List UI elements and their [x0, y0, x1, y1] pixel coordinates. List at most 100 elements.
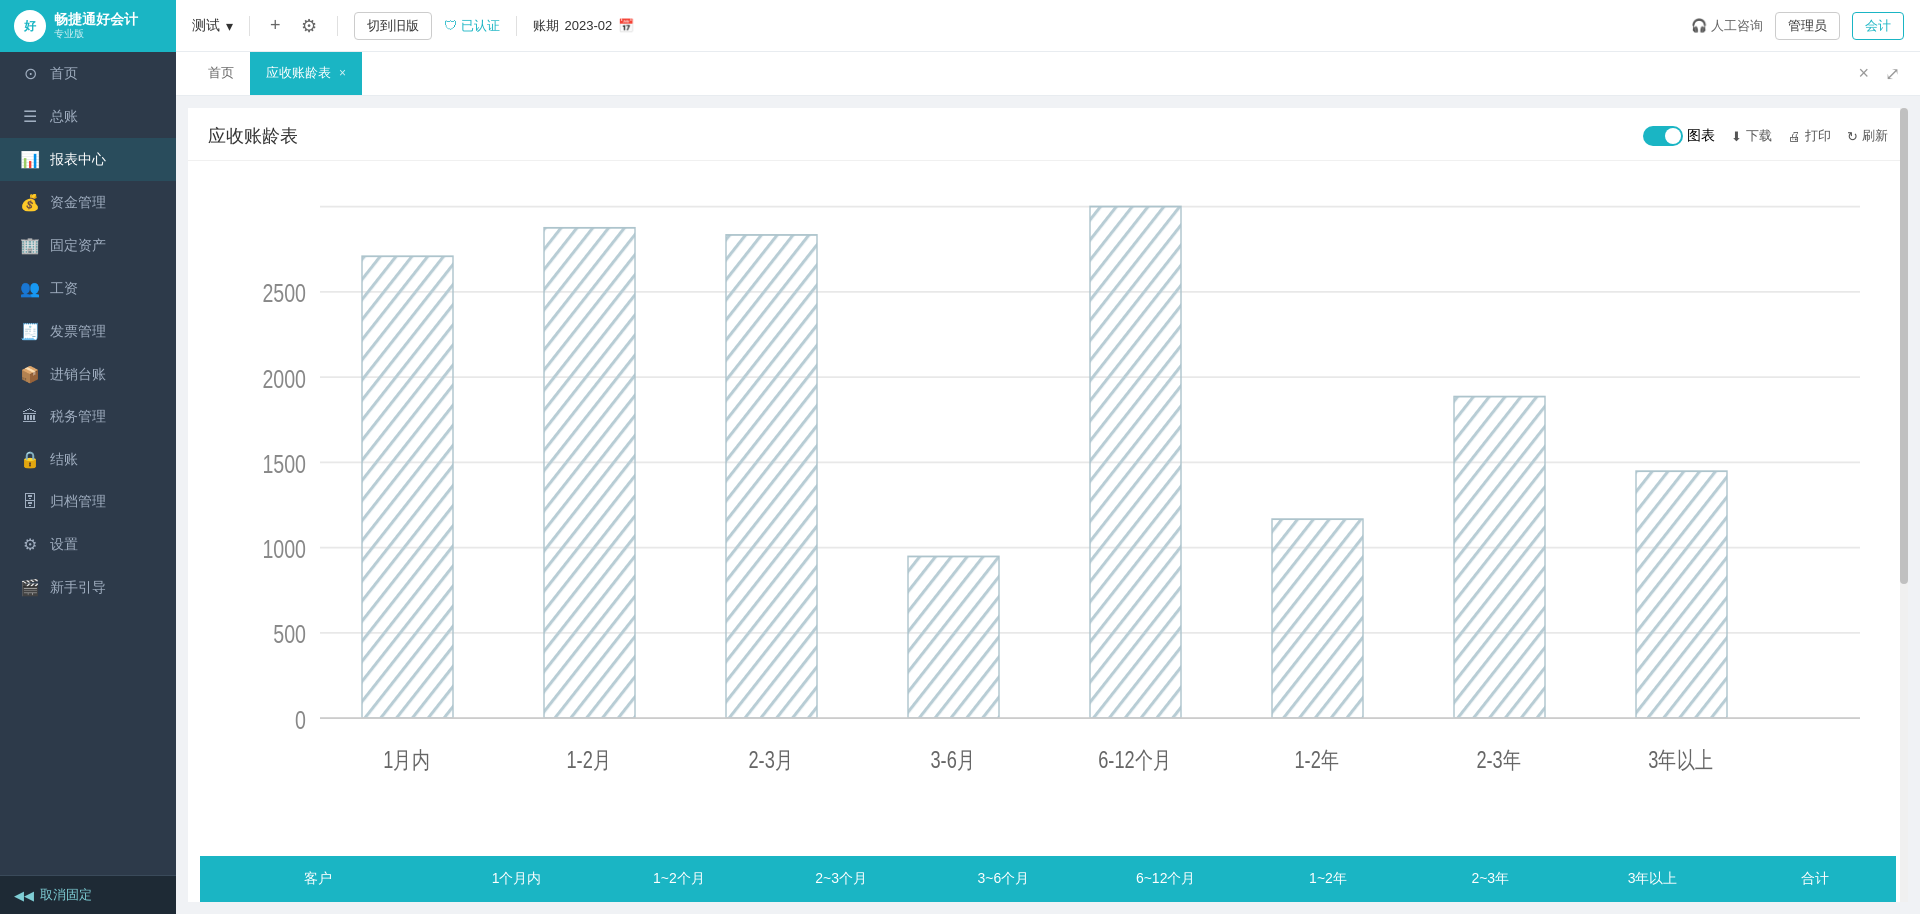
- window-close-icon[interactable]: ×: [1854, 59, 1873, 88]
- th-2~3年: 2~3年: [1409, 856, 1571, 902]
- old-version-button[interactable]: 切到旧版: [354, 12, 432, 40]
- sidebar-item-ledger[interactable]: ☰ 总账: [0, 95, 176, 138]
- admin-label: 管理员: [1788, 18, 1827, 33]
- th-6~12个月: 6~12个月: [1085, 856, 1247, 902]
- certified-badge: 🛡 已认证: [444, 17, 500, 35]
- sidebar-item-fixed-assets[interactable]: 🏢 固定资产: [0, 224, 176, 267]
- sidebar-icon-fixed-assets: 🏢: [20, 236, 40, 255]
- sidebar-logo: 好 畅捷通好会计 专业版: [0, 0, 176, 52]
- period-text-label: 账期: [533, 17, 559, 35]
- page-actions: 图表 ⬇ 下载 🖨 打印 ↻ 刷新: [1643, 126, 1888, 146]
- main-area: 测试 ▾ + ⚙ 切到旧版 🛡 已认证 账期 2023-02 📅 🎧 人工咨询: [176, 0, 1920, 914]
- printer-icon: 🖨: [1788, 129, 1801, 144]
- bar-6-12月: [1090, 207, 1181, 719]
- add-icon: +: [270, 15, 281, 36]
- tab-close-icon[interactable]: ×: [339, 66, 346, 80]
- svg-text:1月内: 1月内: [383, 747, 430, 773]
- sidebar-item-closing[interactable]: 🔒 结账: [0, 438, 176, 481]
- th-客户: 客户: [200, 856, 435, 902]
- page-header: 应收账龄表 图表 ⬇ 下载 🖨 打印: [188, 108, 1908, 161]
- add-button[interactable]: +: [266, 11, 285, 40]
- bar-2-3年: [1454, 397, 1545, 719]
- download-label: 下载: [1746, 127, 1772, 145]
- shield-icon: 🛡: [444, 18, 457, 33]
- sidebar-label-payroll: 工资: [50, 280, 78, 298]
- role-button[interactable]: 会计: [1852, 12, 1904, 40]
- svg-text:3年以上: 3年以上: [1648, 747, 1713, 773]
- sidebar-item-guide[interactable]: 🎬 新手引导: [0, 566, 176, 609]
- refresh-button[interactable]: ↻ 刷新: [1847, 127, 1888, 145]
- page-container: 应收账龄表 图表 ⬇ 下载 🖨 打印: [188, 108, 1908, 902]
- cancel-fixed-button[interactable]: ◀◀ 取消固定: [0, 875, 176, 914]
- svg-text:1000: 1000: [262, 536, 306, 564]
- svg-text:6-12个月: 6-12个月: [1098, 747, 1171, 773]
- sidebar-label-funds: 资金管理: [50, 194, 106, 212]
- old-version-label: 切到旧版: [367, 18, 419, 33]
- sidebar-label-fixed-assets: 固定资产: [50, 237, 106, 255]
- th-1~2年: 1~2年: [1247, 856, 1409, 902]
- table-header: 客户1个月内1~2个月2~3个月3~6个月6~12个月1~2年2~3年3年以上合…: [200, 856, 1896, 902]
- company-name: 测试: [192, 17, 220, 35]
- sidebar-icon-funds: 💰: [20, 193, 40, 212]
- sidebar-label-inventory: 进销台账: [50, 366, 106, 384]
- sidebar-item-reports[interactable]: 📊 报表中心: [0, 138, 176, 181]
- toggle-track[interactable]: [1643, 126, 1683, 146]
- cancel-fixed-label: 取消固定: [40, 886, 92, 904]
- consult-button[interactable]: 🎧 人工咨询: [1691, 17, 1763, 35]
- logo-icon: 好: [14, 10, 46, 42]
- th-3年以上: 3年以上: [1571, 856, 1733, 902]
- print-button[interactable]: 🖨 打印: [1788, 127, 1831, 145]
- sidebar-item-payroll[interactable]: 👥 工资: [0, 267, 176, 310]
- logo-subtitle: 专业版: [54, 27, 138, 41]
- sidebar-item-inventory[interactable]: 📦 进销台账: [0, 353, 176, 396]
- sidebar-item-home[interactable]: ⊙ 首页: [0, 52, 176, 95]
- window-expand-icon[interactable]: ⤢: [1881, 59, 1904, 89]
- sidebar-item-tax[interactable]: 🏛 税务管理: [0, 396, 176, 438]
- th-1个月内: 1个月内: [435, 856, 597, 902]
- period-selector[interactable]: 账期 2023-02 📅: [533, 17, 635, 35]
- sidebar-item-settings[interactable]: ⚙ 设置: [0, 523, 176, 566]
- sidebar-icon-tax: 🏛: [20, 408, 40, 426]
- consult-label: 人工咨询: [1711, 17, 1763, 35]
- toggle-thumb: [1665, 128, 1681, 144]
- bar-2-3月: [726, 235, 817, 718]
- sidebar-icon-payroll: 👥: [20, 279, 40, 298]
- topbar-right: 🎧 人工咨询 管理员 会计: [1691, 12, 1904, 40]
- svg-text:1-2年: 1-2年: [1294, 747, 1339, 773]
- tab-aging-label: 应收账龄表: [266, 64, 331, 82]
- sidebar-label-settings: 设置: [50, 536, 78, 554]
- tab-aging[interactable]: 应收账龄表 ×: [250, 52, 362, 95]
- sidebar-label-home: 首页: [50, 65, 78, 83]
- admin-button[interactable]: 管理员: [1775, 12, 1840, 40]
- chart-toggle[interactable]: 图表: [1643, 126, 1715, 146]
- settings-button[interactable]: ⚙: [297, 11, 321, 41]
- page-scrollbar[interactable]: [1900, 108, 1908, 902]
- tab-home[interactable]: 首页: [192, 52, 250, 95]
- bar-3-6月: [908, 556, 999, 718]
- content-area: 应收账龄表 图表 ⬇ 下载 🖨 打印: [176, 96, 1920, 914]
- calendar-icon: 📅: [618, 18, 634, 33]
- bar-1-2年: [1272, 519, 1363, 718]
- sidebar-icon-archive: 🗄: [20, 493, 40, 511]
- sidebar-label-reports: 报表中心: [50, 151, 106, 169]
- th-合计: 合计: [1734, 856, 1896, 902]
- bar-3年以上: [1636, 471, 1727, 718]
- sidebar-item-invoice[interactable]: 🧾 发票管理: [0, 310, 176, 353]
- headset-icon: 🎧: [1691, 18, 1707, 33]
- download-button[interactable]: ⬇ 下载: [1731, 127, 1772, 145]
- scrollbar-thumb: [1900, 108, 1908, 584]
- svg-text:2500: 2500: [262, 280, 306, 308]
- company-selector[interactable]: 测试 ▾: [192, 17, 233, 35]
- bar-1月内: [362, 256, 453, 718]
- sidebar-icon-inventory: 📦: [20, 365, 40, 384]
- chart-toggle-label: 图表: [1687, 127, 1715, 145]
- download-icon: ⬇: [1731, 129, 1742, 144]
- sidebar-nav: ⊙ 首页 ☰ 总账 📊 报表中心 💰 资金管理 🏢 固定资产 👥 工资 🧾 发票…: [0, 52, 176, 875]
- sidebar-item-funds[interactable]: 💰 资金管理: [0, 181, 176, 224]
- sidebar-label-invoice: 发票管理: [50, 323, 106, 341]
- bar-chart: 0 500 1000 1500 2000 2500: [208, 171, 1888, 846]
- certified-label: 已认证: [461, 17, 500, 35]
- sidebar-item-archive[interactable]: 🗄 归档管理: [0, 481, 176, 523]
- cancel-fixed-icon: ◀◀: [14, 888, 34, 903]
- sidebar-icon-home: ⊙: [20, 64, 40, 83]
